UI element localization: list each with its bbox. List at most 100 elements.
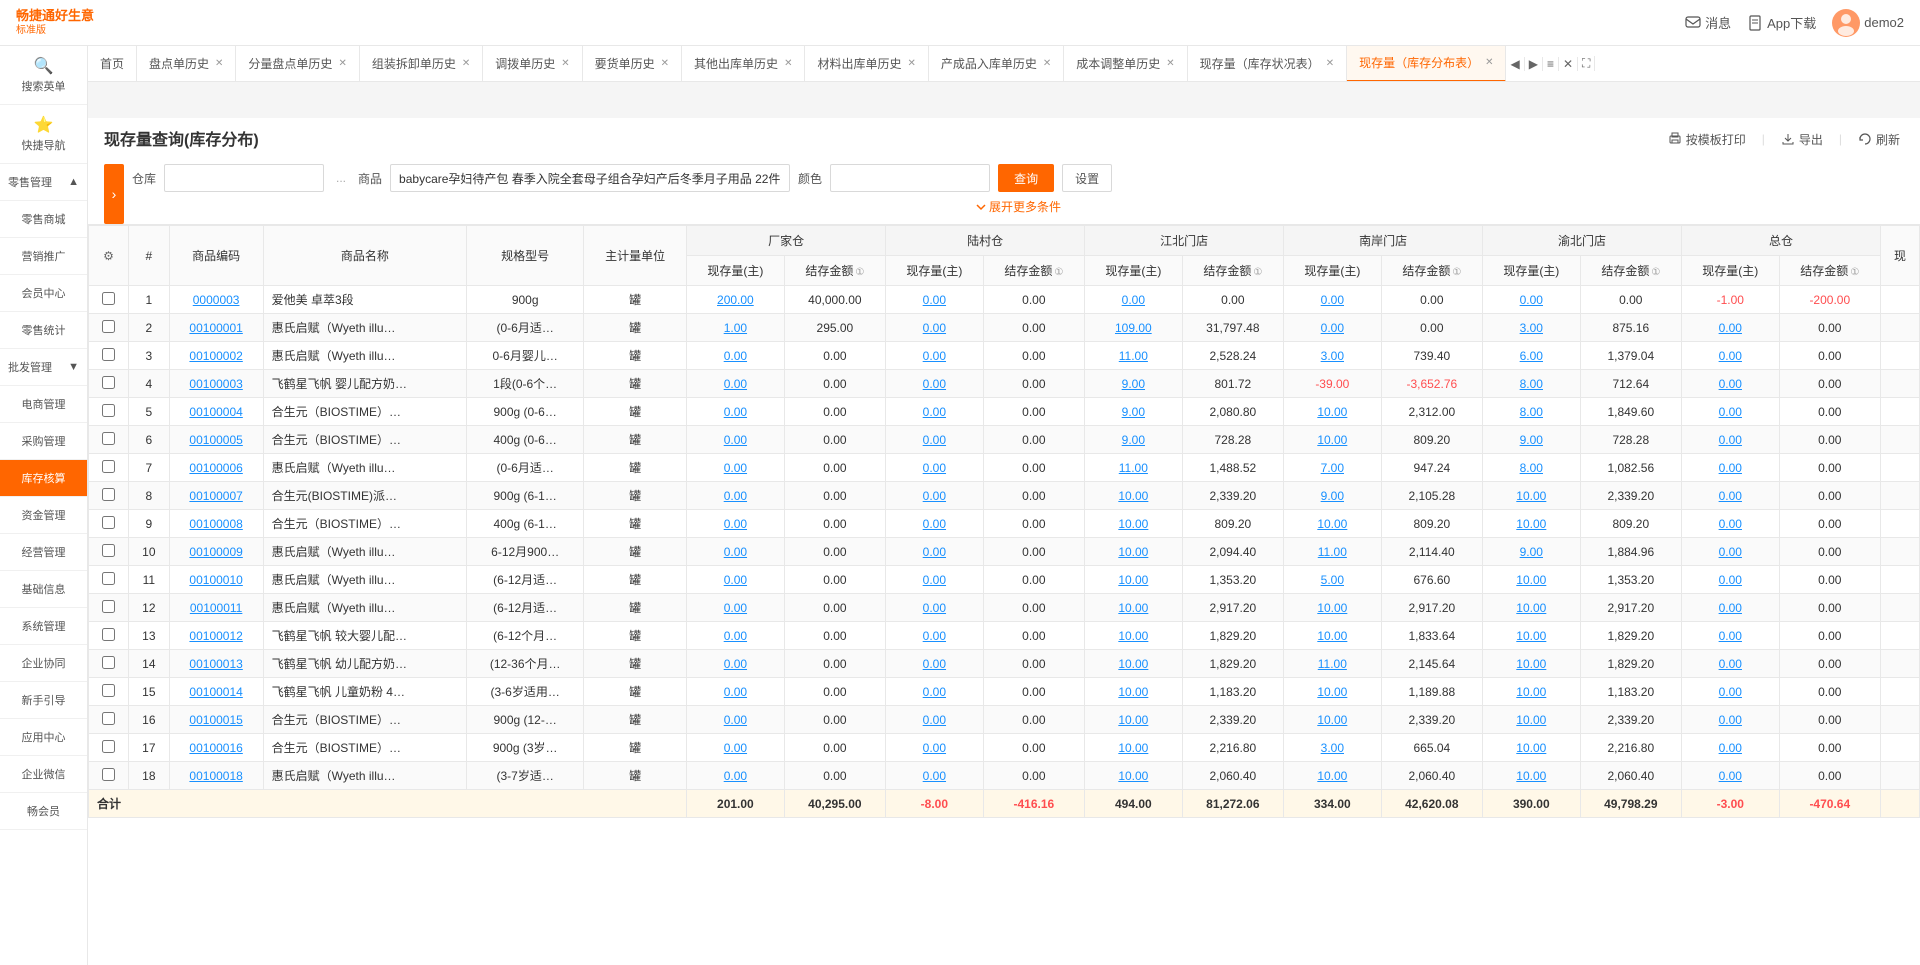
cell-yubei-qty[interactable]: 6.00 [1483, 342, 1581, 370]
export-btn[interactable]: 导出 [1777, 129, 1827, 150]
cell-lucuncang-qty[interactable]: 0.00 [886, 342, 984, 370]
cell-yubei-qty[interactable]: 10.00 [1483, 482, 1581, 510]
table-settings-icon[interactable]: ⚙ [103, 249, 114, 263]
cell-nanan-qty[interactable]: 11.00 [1284, 538, 1382, 566]
cell-code[interactable]: 00100006 [169, 454, 263, 482]
cell-checkbox[interactable] [89, 734, 129, 762]
cell-code[interactable]: 00100018 [169, 762, 263, 790]
sidebar-item-ecommerce[interactable]: 电商管理 [0, 386, 87, 423]
cell-changjiacao-qty[interactable]: 0.00 [687, 650, 785, 678]
product-input[interactable] [390, 164, 790, 192]
cell-yubei-qty[interactable]: 10.00 [1483, 762, 1581, 790]
cell-total-qty[interactable]: 0.00 [1682, 342, 1780, 370]
sidebar-item-guide[interactable]: 新手引导 [0, 682, 87, 719]
collapse-btn[interactable]: › [104, 164, 124, 224]
cell-jiangbei-qty[interactable]: 10.00 [1085, 482, 1183, 510]
cell-lucuncang-qty[interactable]: 0.00 [886, 622, 984, 650]
cell-checkbox[interactable] [89, 454, 129, 482]
cell-total-qty[interactable]: 0.00 [1682, 594, 1780, 622]
cell-lucuncang-qty[interactable]: 0.00 [886, 734, 984, 762]
cell-lucuncang-qty[interactable]: 0.00 [886, 706, 984, 734]
cell-jiangbei-qty[interactable]: 11.00 [1085, 342, 1183, 370]
cell-yubei-qty[interactable]: 9.00 [1483, 538, 1581, 566]
refresh-btn[interactable]: 刷新 [1854, 129, 1904, 150]
cell-jiangbei-qty[interactable]: 10.00 [1085, 762, 1183, 790]
cell-code[interactable]: 00100011 [169, 594, 263, 622]
cell-yubei-qty[interactable]: 10.00 [1483, 566, 1581, 594]
cell-checkbox[interactable] [89, 510, 129, 538]
cell-code[interactable]: 00100003 [169, 370, 263, 398]
cell-total-qty[interactable]: 0.00 [1682, 678, 1780, 706]
cell-lucuncang-qty[interactable]: 0.00 [886, 594, 984, 622]
cell-checkbox[interactable] [89, 482, 129, 510]
cell-nanan-qty[interactable]: -39.00 [1284, 370, 1382, 398]
sidebar-item-retail-mgmt[interactable]: 零售管理 ▲ [0, 164, 87, 201]
cell-lucuncang-qty[interactable]: 0.00 [886, 454, 984, 482]
cell-yubei-qty[interactable]: 3.00 [1483, 314, 1581, 342]
cell-yubei-qty[interactable]: 8.00 [1483, 398, 1581, 426]
cell-changjiacao-qty[interactable]: 0.00 [687, 454, 785, 482]
cell-code[interactable]: 00100013 [169, 650, 263, 678]
cell-jiangbei-qty[interactable]: 10.00 [1085, 706, 1183, 734]
cell-total-qty[interactable]: 0.00 [1682, 426, 1780, 454]
cell-changjiacao-qty[interactable]: 0.00 [687, 482, 785, 510]
cell-nanan-qty[interactable]: 10.00 [1284, 594, 1382, 622]
cell-code[interactable]: 00100014 [169, 678, 263, 706]
cell-total-qty[interactable]: 0.00 [1682, 314, 1780, 342]
cell-nanan-qty[interactable]: 0.00 [1284, 314, 1382, 342]
cell-lucuncang-qty[interactable]: 0.00 [886, 398, 984, 426]
cell-checkbox[interactable] [89, 594, 129, 622]
query-btn[interactable]: 查询 [998, 164, 1054, 192]
cell-nanan-qty[interactable]: 9.00 [1284, 482, 1382, 510]
cell-checkbox[interactable] [89, 342, 129, 370]
sidebar-item-retail-shop[interactable]: 零售商城 [0, 201, 87, 238]
cell-jiangbei-qty[interactable]: 9.00 [1085, 370, 1183, 398]
cell-lucuncang-qty[interactable]: 0.00 [886, 286, 984, 314]
cell-total-qty[interactable]: 0.00 [1682, 482, 1780, 510]
expand-conditions-btn[interactable]: 展开更多条件 [975, 198, 1061, 215]
cell-changjiacao-qty[interactable]: 0.00 [687, 538, 785, 566]
cell-total-qty[interactable]: 0.00 [1682, 454, 1780, 482]
sidebar-item-inventory[interactable]: 库存核算 [0, 460, 87, 497]
cell-lucuncang-qty[interactable]: 0.00 [886, 510, 984, 538]
cell-nanan-qty[interactable]: 3.00 [1284, 734, 1382, 762]
cell-changjiacao-qty[interactable]: 0.00 [687, 510, 785, 538]
cell-lucuncang-qty[interactable]: 0.00 [886, 650, 984, 678]
cell-yubei-qty[interactable]: 8.00 [1483, 370, 1581, 398]
cell-jiangbei-qty[interactable]: 10.00 [1085, 594, 1183, 622]
cell-nanan-qty[interactable]: 0.00 [1284, 286, 1382, 314]
cell-jiangbei-qty[interactable]: 0.00 [1085, 286, 1183, 314]
table-wrapper[interactable]: ⚙ # 商品编码 商品名称 规格型号 主计量单位 厂家仓 陆村仓 江北门店 南岸… [88, 225, 1920, 965]
sidebar-item-app-center[interactable]: 应用中心 [0, 719, 87, 756]
cell-changjiacao-qty[interactable]: 0.00 [687, 370, 785, 398]
cell-total-qty[interactable]: 0.00 [1682, 762, 1780, 790]
cell-code[interactable]: 00100016 [169, 734, 263, 762]
cell-nanan-qty[interactable]: 5.00 [1284, 566, 1382, 594]
cell-changjiacao-qty[interactable]: 0.00 [687, 594, 785, 622]
cell-jiangbei-qty[interactable]: 10.00 [1085, 566, 1183, 594]
cell-lucuncang-qty[interactable]: 0.00 [886, 370, 984, 398]
cell-changjiacao-qty[interactable]: 0.00 [687, 678, 785, 706]
cell-lucuncang-qty[interactable]: 0.00 [886, 762, 984, 790]
cell-code[interactable]: 00100002 [169, 342, 263, 370]
cell-code[interactable]: 00100001 [169, 314, 263, 342]
sidebar-item-member[interactable]: 会员中心 [0, 275, 87, 312]
cell-changjiacao-qty[interactable]: 0.00 [687, 706, 785, 734]
color-input[interactable] [830, 164, 990, 192]
cell-nanan-qty[interactable]: 10.00 [1284, 398, 1382, 426]
cell-lucuncang-qty[interactable]: 0.00 [886, 426, 984, 454]
cell-changjiacao-qty[interactable]: 200.00 [687, 286, 785, 314]
cell-checkbox[interactable] [89, 286, 129, 314]
settings-btn[interactable]: 设置 [1062, 164, 1112, 192]
cell-checkbox[interactable] [89, 650, 129, 678]
cell-checkbox[interactable] [89, 622, 129, 650]
cell-yubei-qty[interactable]: 10.00 [1483, 594, 1581, 622]
cell-changjiacao-qty[interactable]: 0.00 [687, 762, 785, 790]
cell-changjiacao-qty[interactable]: 0.00 [687, 426, 785, 454]
cell-nanan-qty[interactable]: 7.00 [1284, 454, 1382, 482]
cell-yubei-qty[interactable]: 10.00 [1483, 678, 1581, 706]
cell-checkbox[interactable] [89, 566, 129, 594]
cell-total-qty[interactable]: -1.00 [1682, 286, 1780, 314]
cell-jiangbei-qty[interactable]: 9.00 [1085, 398, 1183, 426]
sidebar-item-wholesale[interactable]: 批发管理 ▼ [0, 349, 87, 386]
